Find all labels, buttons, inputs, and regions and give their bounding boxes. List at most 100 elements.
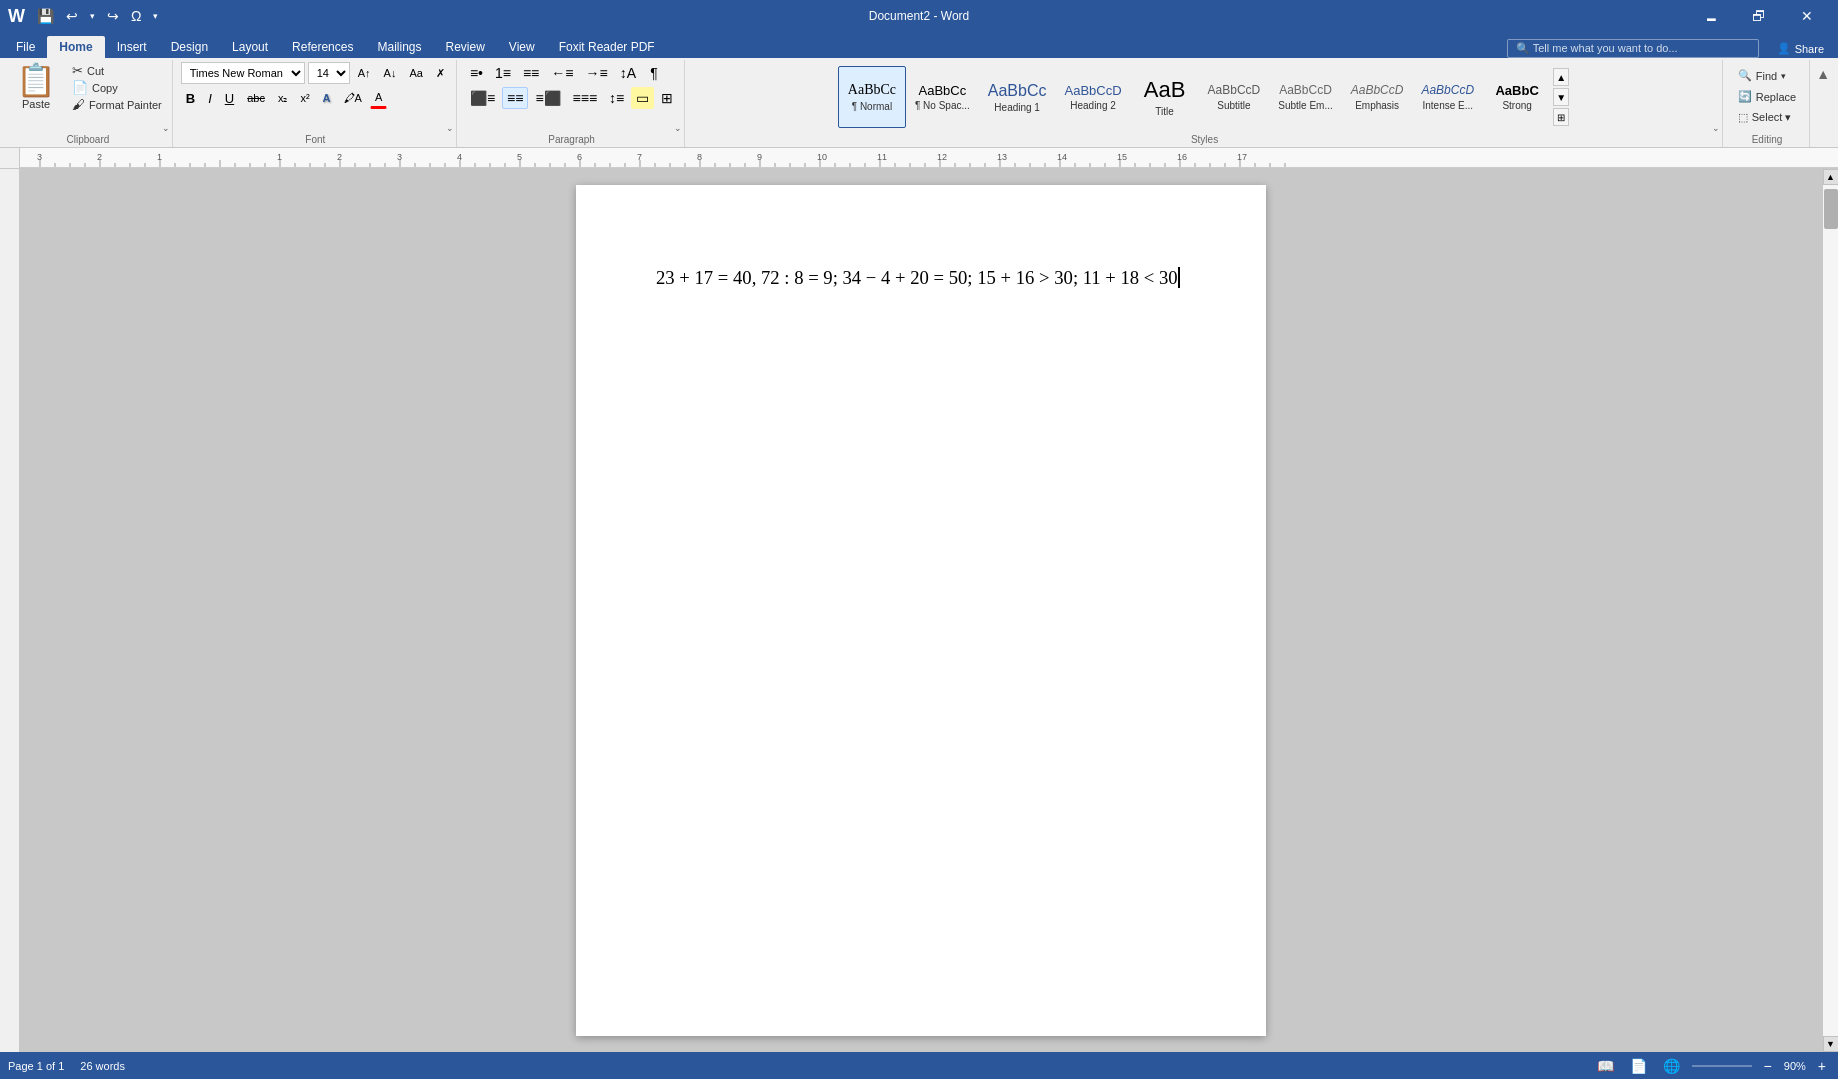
text-effects-button[interactable]: A [318,87,336,109]
sort-button[interactable]: ↕A [615,62,641,84]
undo-dropdown-icon[interactable]: ▾ [86,9,99,23]
tab-file[interactable]: File [4,36,47,58]
style-h1-preview: AaBbCc [988,81,1047,100]
tab-layout[interactable]: Layout [220,36,280,58]
align-left-button[interactable]: ⬛≡ [465,87,500,109]
zoom-in-button[interactable]: + [1814,1056,1830,1076]
scroll-down-button[interactable]: ▼ [1823,1036,1839,1052]
styles-scroll-up[interactable]: ▲ [1553,68,1569,86]
close-button[interactable]: ✕ [1784,0,1830,32]
tab-references[interactable]: References [280,36,365,58]
find-button[interactable]: 🔍 Find ▾ [1731,66,1793,85]
web-layout-button[interactable]: 🌐 [1659,1056,1684,1076]
tab-view[interactable]: View [497,36,547,58]
share-button[interactable]: 👤 Share [1767,39,1834,58]
line-spacing-button[interactable]: ↕≡ [604,87,629,109]
omega-icon[interactable]: Ω [127,6,145,26]
tab-design[interactable]: Design [159,36,220,58]
style-normal[interactable]: AaBbCc ¶ Normal [838,66,906,128]
align-right-button[interactable]: ≡⬛ [530,87,565,109]
scroll-thumb[interactable] [1824,189,1838,229]
scroll-up-button[interactable]: ▲ [1823,169,1839,185]
document-content[interactable]: 23 + 17 = 40, 72 : 8 = 9; 34 − 4 + 20 = … [656,265,1186,291]
change-case-button[interactable]: Aa [404,62,427,84]
style-emphasis[interactable]: AaBbCcD Emphasis [1342,66,1413,128]
save-icon[interactable]: 💾 [33,6,58,26]
tab-insert[interactable]: Insert [105,36,159,58]
status-bar: Page 1 of 1 26 words 📖 📄 🌐 − 90% + [0,1052,1838,1079]
style-nospace[interactable]: AaBbCc ¶ No Spac... [906,66,979,128]
style-nospace-preview: AaBbCc [919,83,967,99]
styles-expand-icon[interactable]: ⌄ [1712,123,1720,133]
clipboard-expand-icon[interactable]: ⌄ [162,123,170,133]
font-name-select[interactable]: Times New Roman [181,62,305,84]
copy-button[interactable]: 📄 Copy [68,79,166,96]
cut-button[interactable]: ✂ Cut [68,62,166,79]
style-heading2[interactable]: AaBbCcD Heading 2 [1056,66,1131,128]
print-layout-button[interactable]: 📄 [1626,1056,1651,1076]
tab-review[interactable]: Review [433,36,496,58]
increase-indent-button[interactable]: →≡ [580,62,612,84]
zoom-slider[interactable] [1692,1065,1752,1067]
style-subtleemph[interactable]: AaBbCcD Subtle Em... [1269,66,1341,128]
style-intenseemph[interactable]: AaBbCcD Intense E... [1412,66,1483,128]
shading-button[interactable]: ▭ [631,87,654,109]
styles-scroll-down[interactable]: ▼ [1553,88,1569,106]
multilevel-list-button[interactable]: ≡≡ [518,62,544,84]
strikethrough-button[interactable]: abc [242,87,270,109]
restore-button[interactable]: 🗗 [1736,0,1782,32]
minimize-button[interactable]: 🗕 [1688,0,1734,32]
decrease-indent-button[interactable]: ←≡ [546,62,578,84]
font-color-button[interactable]: A [370,87,387,109]
subscript-button[interactable]: x₂ [273,87,293,109]
clear-formatting-button[interactable]: ✗ [431,62,450,84]
style-heading1[interactable]: AaBbCc Heading 1 [979,66,1056,128]
bullets-button[interactable]: ≡• [465,62,488,84]
document-area[interactable]: 23 + 17 = 40, 72 : 8 = 9; 34 − 4 + 20 = … [20,169,1822,1052]
tell-me-input[interactable]: 🔍 Tell me what you want to do... [1507,39,1759,58]
style-h2-preview: AaBbCcD [1065,83,1122,99]
font-size-select[interactable]: 14 89101112141618202428364872 [308,62,350,84]
style-subtleemph-label: Subtle Em... [1278,100,1332,111]
replace-button[interactable]: 🔄 Replace [1731,87,1803,106]
find-icon: 🔍 [1738,69,1752,82]
align-center-button[interactable]: ≡≡ [502,87,528,109]
clipboard-group: 📋 Paste ✂ Cut 📄 Copy 🖌 Format Painter Cl… [4,60,173,147]
text-highlight-button[interactable]: 🖍A [339,87,367,109]
show-formatting-button[interactable]: ¶ [643,62,665,84]
zoom-out-button[interactable]: − [1760,1056,1776,1076]
redo-icon[interactable]: ↪ [103,6,123,26]
read-mode-button[interactable]: 📖 [1593,1056,1618,1076]
increase-font-button[interactable]: A↑ [353,62,376,84]
paragraph-expand-icon[interactable]: ⌄ [674,123,682,133]
style-title[interactable]: AaB Title [1131,66,1199,128]
superscript-button[interactable]: x² [295,87,314,109]
select-button[interactable]: ⬚ Select ▾ [1731,108,1799,127]
italic-button[interactable]: I [203,87,217,109]
document-page[interactable]: 23 + 17 = 40, 72 : 8 = 9; 34 − 4 + 20 = … [576,185,1266,1036]
numbering-button[interactable]: 1≡ [490,62,516,84]
tab-foxit[interactable]: Foxit Reader PDF [547,36,667,58]
title-bar-left: W 💾 ↩ ▾ ↪ Ω ▾ [8,6,162,27]
bold-button[interactable]: B [181,87,200,109]
customize-qa-icon[interactable]: ▾ [149,9,162,23]
collapse-ribbon-button[interactable]: ▲ [1814,64,1832,84]
styles-group: AaBbCc ¶ Normal AaBbCc ¶ No Spac... AaBb… [687,60,1723,147]
underline-button[interactable]: U [220,87,239,109]
share-icon: 👤 [1777,42,1791,55]
font-expand-icon[interactable]: ⌄ [446,123,454,133]
borders-button[interactable]: ⊞ [656,87,678,109]
select-label: Select ▾ [1752,111,1792,124]
style-subtitle[interactable]: AaBbCcD Subtitle [1199,66,1270,128]
style-strong[interactable]: AaBbC Strong [1483,66,1551,128]
undo-icon[interactable]: ↩ [62,6,82,26]
tab-mailings[interactable]: Mailings [365,36,433,58]
justify-button[interactable]: ≡≡≡ [568,87,603,109]
tab-home[interactable]: Home [47,36,104,58]
styles-more-button[interactable]: ⊞ [1553,108,1569,126]
format-painter-button[interactable]: 🖌 Format Painter [68,96,166,113]
paste-button[interactable]: 📋 Paste [10,62,62,132]
ribbon: 📋 Paste ✂ Cut 📄 Copy 🖌 Format Painter Cl… [0,58,1838,148]
decrease-font-button[interactable]: A↓ [379,62,402,84]
style-h2-label: Heading 2 [1070,100,1116,111]
